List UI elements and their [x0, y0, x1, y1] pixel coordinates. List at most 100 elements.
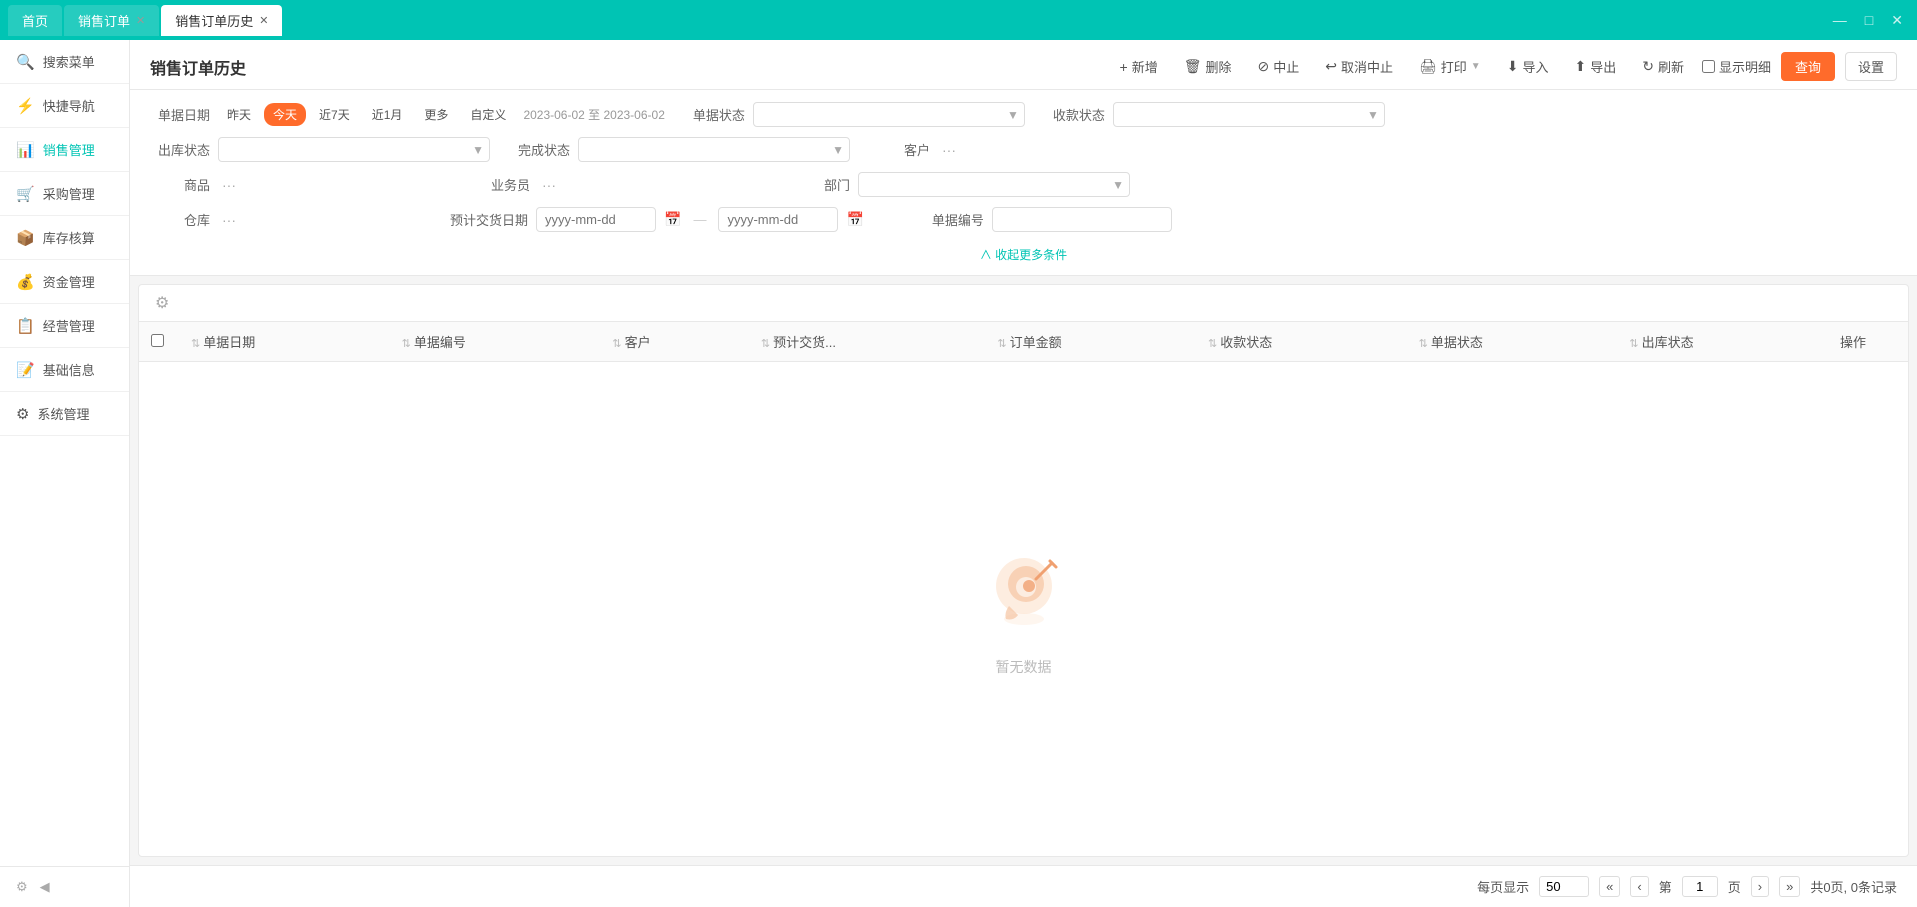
page-title: 销售订单历史 [150, 55, 246, 79]
query-button[interactable]: 查询 [1781, 52, 1835, 81]
complete-status-select[interactable] [578, 137, 850, 162]
delete-button[interactable]: 🗑 删除 [1176, 53, 1240, 80]
date-btn-today[interactable]: 今天 [264, 103, 306, 126]
date-btn-1month[interactable]: 近1月 [363, 103, 412, 126]
salesperson-more-btn[interactable]: ··· [538, 173, 560, 197]
table-settings-icon[interactable]: ⚙ [155, 293, 169, 313]
sidebar-item-sales-mgmt[interactable]: 📊 销售管理 [0, 128, 129, 172]
window-minimize-btn[interactable]: — [1827, 10, 1853, 30]
export-icon: ⬆ [1574, 58, 1586, 75]
sidebar-settings-icon[interactable]: ⚙ [16, 879, 28, 895]
tab-sales-order[interactable]: 销售订单 ✕ [64, 5, 159, 36]
department-select-wrap: ▼ [858, 172, 1130, 197]
tab-sales-order-close[interactable]: ✕ [136, 14, 145, 27]
print-button[interactable]: 🖨 打印 ▼ [1411, 53, 1489, 80]
prev-page-btn[interactable]: ‹ [1630, 876, 1648, 897]
import-button[interactable]: ⬇ 导入 [1499, 53, 1557, 80]
stop-button[interactable]: ⊘ 中止 [1250, 53, 1308, 80]
col-delivery[interactable]: 出库状态 [1617, 322, 1828, 362]
tab-history-close[interactable]: ✕ [259, 14, 268, 27]
collapse-up-icon: ∧ [980, 248, 992, 262]
page-label-end: 页 [1728, 877, 1741, 896]
date-btn-7days[interactable]: 近7天 [310, 103, 359, 126]
tab-home[interactable]: 首页 [8, 5, 62, 36]
expected-date-end-input[interactable] [718, 207, 838, 232]
payment-status-select[interactable] [1113, 102, 1385, 127]
date-btn-custom[interactable]: 自定义 [461, 103, 515, 126]
page-number-input[interactable] [1682, 876, 1718, 897]
expected-date-start-input[interactable] [536, 207, 656, 232]
window-close-btn[interactable]: ✕ [1885, 10, 1909, 31]
display-detail-checkbox[interactable] [1702, 60, 1715, 73]
display-detail-toggle[interactable]: 显示明细 [1702, 57, 1771, 76]
cancel-stop-button[interactable]: ↩ 取消中止 [1317, 53, 1401, 80]
filter-bill-status: 单据状态 ▼ [685, 102, 1025, 127]
col-expected[interactable]: 预计交货... [749, 322, 985, 362]
cancel-stop-icon: ↩ [1325, 58, 1337, 75]
expected-date-start-calendar-icon[interactable]: 📅 [664, 211, 681, 228]
sidebar-item-inventory[interactable]: 📦 库存核算 [0, 216, 129, 260]
department-select[interactable] [858, 172, 1130, 197]
print-icon: 🖨 [1419, 58, 1437, 75]
next-page-btn[interactable]: › [1751, 876, 1769, 897]
page-label: 第 [1659, 877, 1672, 896]
sidebar-item-capital[interactable]: 💰 资金管理 [0, 260, 129, 304]
first-page-btn[interactable]: « [1599, 876, 1620, 897]
import-icon: ⬇ [1507, 58, 1519, 75]
table-area: ⚙ 单据日期 单据编号 客户 [138, 284, 1909, 857]
settings-button[interactable]: 设置 [1845, 52, 1897, 81]
refresh-button[interactable]: ↻ 刷新 [1634, 53, 1692, 80]
sidebar-item-purchase-mgmt[interactable]: 🛒 采购管理 [0, 172, 129, 216]
col-amount[interactable]: 订单金额 [985, 322, 1196, 362]
warehouse-more-btn[interactable]: ··· [218, 208, 240, 232]
select-all-col [139, 322, 179, 362]
complete-status-select-wrap: ▼ [578, 137, 850, 162]
date-btn-yesterday[interactable]: 昨天 [218, 103, 260, 126]
sidebar-item-quick-nav[interactable]: ⚡ 快捷导航 [0, 84, 129, 128]
print-dropdown-icon: ▼ [1471, 61, 1481, 72]
sidebar-item-system[interactable]: ⚙ 系统管理 [0, 392, 129, 436]
bill-status-select-wrap: ▼ [753, 102, 1025, 127]
basic-info-icon: 📝 [16, 361, 35, 379]
col-actions: 操作 [1828, 322, 1908, 362]
total-records: 共0页, 0条记录 [1810, 877, 1897, 896]
bill-number-input[interactable] [992, 207, 1172, 232]
system-icon: ⚙ [16, 405, 29, 423]
product-more-btn[interactable]: ··· [218, 173, 240, 197]
sidebar-collapse-icon[interactable]: ◀ [40, 879, 50, 895]
col-number[interactable]: 单据编号 [390, 322, 601, 362]
inventory-icon: 📦 [16, 229, 35, 247]
col-bill[interactable]: 单据状态 [1407, 322, 1618, 362]
page-header: 销售订单历史 + 新增 🗑 删除 ⊘ 中止 ↩ 取消中止 [130, 40, 1917, 90]
date-range-display: 2023-06-02 至 2023-06-02 [523, 106, 664, 123]
new-button[interactable]: + 新增 [1112, 53, 1166, 80]
data-table: 单据日期 单据编号 客户 预计交货... 订单金额 [139, 321, 1908, 362]
last-page-btn[interactable]: » [1779, 876, 1800, 897]
delivery-status-select-wrap: ▼ [218, 137, 490, 162]
filter-customer: 客户 ··· [870, 138, 1110, 162]
filter-salesperson: 业务员 ··· [470, 173, 710, 197]
sidebar-item-basic-info[interactable]: 📝 基础信息 [0, 348, 129, 392]
bill-status-select[interactable] [753, 102, 1025, 127]
content-area: 销售订单历史 + 新增 🗑 删除 ⊘ 中止 ↩ 取消中止 [130, 40, 1917, 907]
empty-state: 暂无数据 [139, 362, 1908, 856]
col-payment[interactable]: 收款状态 [1196, 322, 1407, 362]
refresh-icon: ↻ [1642, 58, 1654, 75]
sidebar-item-search-menu[interactable]: 🔍 搜索菜单 [0, 40, 129, 84]
col-date[interactable]: 单据日期 [179, 322, 390, 362]
page-size-select[interactable]: 50 10 20 100 [1539, 876, 1589, 897]
export-button[interactable]: ⬆ 导出 [1566, 53, 1624, 80]
select-all-checkbox[interactable] [151, 334, 164, 347]
tab-sales-order-history[interactable]: 销售订单历史 ✕ [161, 5, 282, 36]
collapse-btn[interactable]: ∧ 收起更多条件 [150, 242, 1897, 263]
delivery-status-select[interactable] [218, 137, 490, 162]
expected-date-end-calendar-icon[interactable]: 📅 [846, 211, 863, 228]
filter-bill-number: 单据编号 [924, 207, 1172, 232]
customer-more-btn[interactable]: ··· [938, 138, 960, 162]
filter-complete-status: 完成状态 ▼ [510, 137, 850, 162]
window-maximize-btn[interactable]: □ [1859, 10, 1879, 30]
page-size-label: 每页显示 [1477, 877, 1529, 896]
col-customer[interactable]: 客户 [600, 322, 749, 362]
sidebar-item-operations[interactable]: 📋 经营管理 [0, 304, 129, 348]
date-btn-more[interactable]: 更多 [415, 103, 457, 126]
